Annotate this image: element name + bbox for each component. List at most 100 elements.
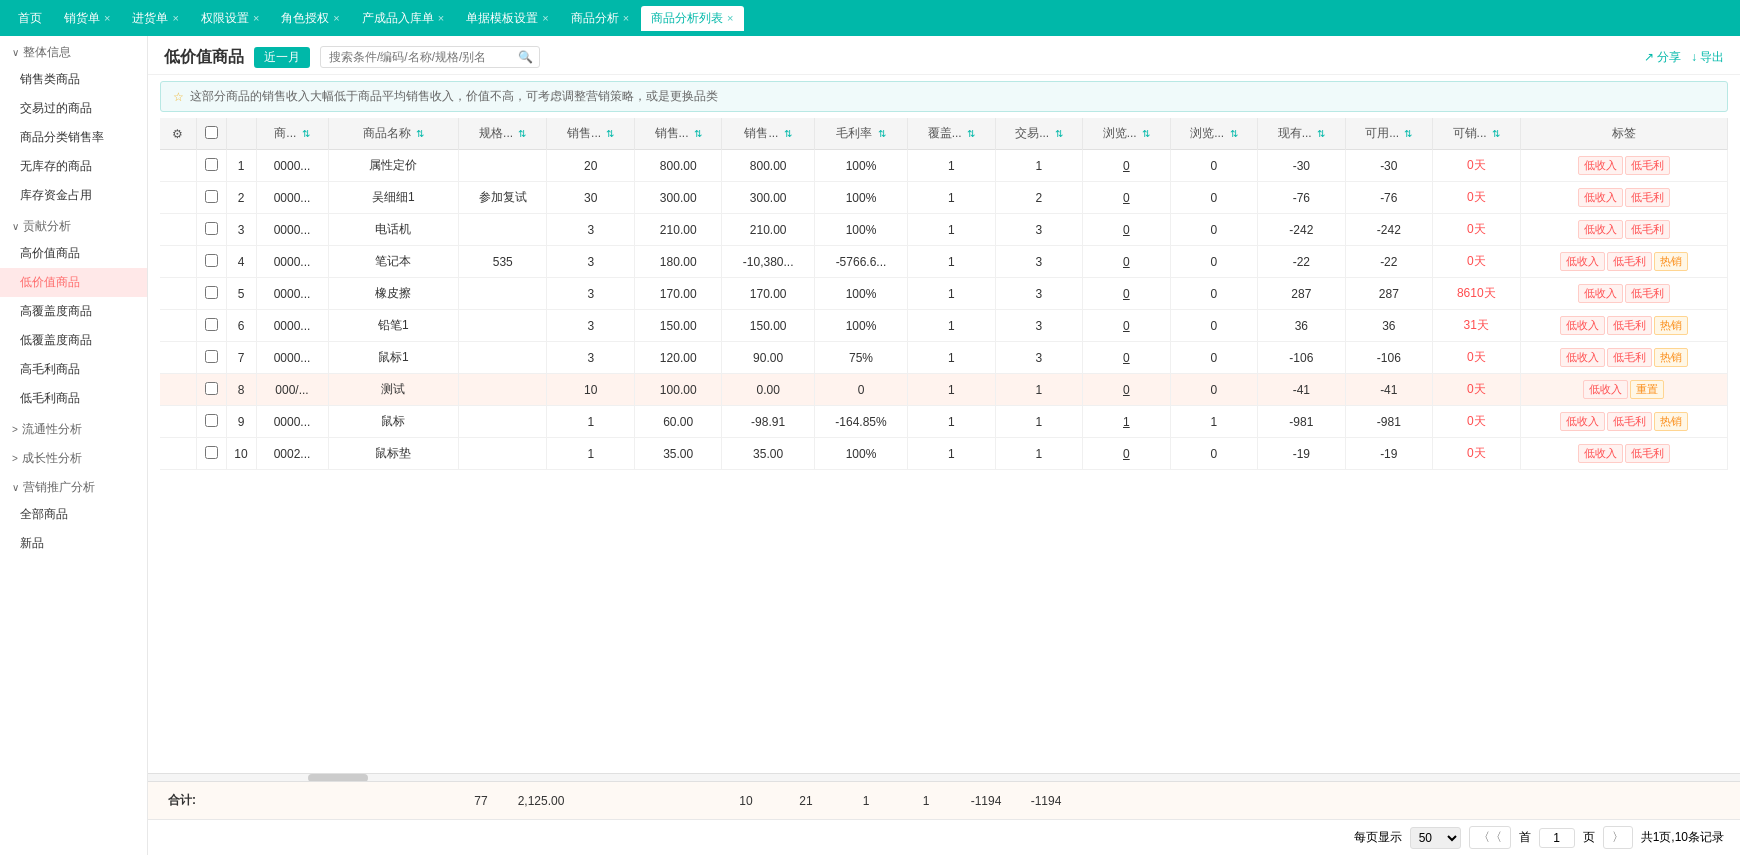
- view1-link[interactable]: 0: [1123, 287, 1130, 301]
- export-button[interactable]: ↓ 导出: [1691, 49, 1724, 66]
- sales-gross-col[interactable]: 销售... ⇅: [722, 118, 814, 150]
- sidebar-item-low-coverage[interactable]: 低覆盖度商品: [0, 326, 147, 355]
- view1-link[interactable]: 0: [1123, 159, 1130, 173]
- checkbox-cell[interactable]: [196, 214, 226, 246]
- tab-sales[interactable]: 销货单 ×: [54, 6, 120, 31]
- close-permission-icon[interactable]: ×: [253, 12, 259, 24]
- sidebar-item-low-profit[interactable]: 低毛利商品: [0, 384, 147, 413]
- search-icon[interactable]: 🔍: [518, 50, 533, 64]
- view1-link[interactable]: 0: [1123, 447, 1130, 461]
- page-number-input[interactable]: [1539, 828, 1575, 848]
- checkbox-cell[interactable]: [196, 150, 226, 182]
- view1-cell[interactable]: 0: [1083, 374, 1170, 406]
- close-role-icon[interactable]: ×: [333, 12, 339, 24]
- sidebar-group-general[interactable]: ∨ 整体信息: [0, 36, 147, 65]
- row-checkbox[interactable]: [205, 446, 218, 459]
- sidebar-item-occupy[interactable]: 库存资金占用: [0, 181, 147, 210]
- page-size-select[interactable]: 50 100 200: [1410, 827, 1461, 849]
- sidebar-item-low-value[interactable]: 低价值商品: [0, 268, 147, 297]
- close-product-in-icon[interactable]: ×: [438, 12, 444, 24]
- tab-template[interactable]: 单据模板设置 ×: [456, 6, 558, 31]
- row-checkbox[interactable]: [205, 414, 218, 427]
- view1-cell[interactable]: 1: [1083, 406, 1170, 438]
- checkbox-cell[interactable]: [196, 278, 226, 310]
- tab-analysis-list[interactable]: 商品分析列表 ×: [641, 6, 743, 31]
- row-checkbox[interactable]: [205, 254, 218, 267]
- tab-product-in[interactable]: 产成品入库单 ×: [352, 6, 454, 31]
- tab-role[interactable]: 角色授权 ×: [271, 6, 349, 31]
- sales-qty-col[interactable]: 销售... ⇅: [547, 118, 634, 150]
- row-checkbox[interactable]: [205, 382, 218, 395]
- row-checkbox[interactable]: [205, 318, 218, 331]
- checkbox-cell[interactable]: [196, 310, 226, 342]
- view1-cell[interactable]: 0: [1083, 342, 1170, 374]
- sidebar-group-marketing[interactable]: ∨ 营销推广分析: [0, 471, 147, 500]
- view1-cell[interactable]: 0: [1083, 214, 1170, 246]
- close-template-icon[interactable]: ×: [542, 12, 548, 24]
- tab-purchase[interactable]: 进货单 ×: [122, 6, 188, 31]
- sidebar-item-new-products[interactable]: 新品: [0, 529, 147, 558]
- next-page-button[interactable]: 〉: [1603, 826, 1633, 849]
- sidebar-item-traded[interactable]: 交易过的商品: [0, 94, 147, 123]
- settings-col[interactable]: ⚙: [160, 118, 196, 150]
- close-purchase-icon[interactable]: ×: [172, 12, 178, 24]
- row-checkbox[interactable]: [205, 158, 218, 171]
- sidebar-group-profit[interactable]: ∨ 贡献分析: [0, 210, 147, 239]
- current-col[interactable]: 现有... ⇅: [1258, 118, 1345, 150]
- coverage-col[interactable]: 覆盖... ⇅: [908, 118, 995, 150]
- view1-col[interactable]: 浏览... ⇅: [1083, 118, 1170, 150]
- first-page-button[interactable]: 〈〈: [1469, 826, 1511, 849]
- spec-col[interactable]: 规格... ⇅: [459, 118, 547, 150]
- view1-link[interactable]: 0: [1123, 319, 1130, 333]
- sidebar-item-high-value[interactable]: 高价值商品: [0, 239, 147, 268]
- checkbox-cell[interactable]: [196, 406, 226, 438]
- sidebar-item-high-coverage[interactable]: 高覆盖度商品: [0, 297, 147, 326]
- share-button[interactable]: ↗ 分享: [1644, 49, 1681, 66]
- close-analysis-list-icon[interactable]: ×: [727, 12, 733, 24]
- name-col[interactable]: 商品名称 ⇅: [328, 118, 458, 150]
- available-col[interactable]: 可用... ⇅: [1345, 118, 1432, 150]
- view1-cell[interactable]: 0: [1083, 438, 1170, 470]
- tab-analysis[interactable]: 商品分析 ×: [561, 6, 639, 31]
- checkbox-cell[interactable]: [196, 438, 226, 470]
- sidebar-group-growth[interactable]: > 成长性分析: [0, 442, 147, 471]
- table-wrapper[interactable]: ⚙ 商... ⇅ 商品名称 ⇅ 规格... ⇅ 销售... ⇅ 销售... ⇅ …: [148, 118, 1740, 773]
- checkbox-cell[interactable]: [196, 182, 226, 214]
- view1-cell[interactable]: 0: [1083, 150, 1170, 182]
- close-sales-icon[interactable]: ×: [104, 12, 110, 24]
- sidebar-group-flow[interactable]: > 流通性分析: [0, 413, 147, 442]
- checkbox-cell[interactable]: [196, 374, 226, 406]
- view1-cell[interactable]: 0: [1083, 182, 1170, 214]
- view1-cell[interactable]: 0: [1083, 278, 1170, 310]
- saleable-col[interactable]: 可销... ⇅: [1433, 118, 1520, 150]
- trade-col[interactable]: 交易... ⇅: [995, 118, 1082, 150]
- row-checkbox[interactable]: [205, 350, 218, 363]
- view1-cell[interactable]: 0: [1083, 310, 1170, 342]
- search-input[interactable]: [320, 46, 540, 68]
- code-col[interactable]: 商... ⇅: [256, 118, 328, 150]
- sales-amount-col[interactable]: 销售... ⇅: [634, 118, 721, 150]
- row-checkbox[interactable]: [205, 190, 218, 203]
- row-checkbox[interactable]: [205, 222, 218, 235]
- tab-permission[interactable]: 权限设置 ×: [191, 6, 269, 31]
- checkbox-cell[interactable]: [196, 246, 226, 278]
- sidebar-item-all-products[interactable]: 全部商品: [0, 500, 147, 529]
- view1-link[interactable]: 0: [1123, 255, 1130, 269]
- tab-home[interactable]: 首页: [8, 6, 52, 31]
- select-all-checkbox[interactable]: [205, 126, 218, 139]
- period-button[interactable]: 近一月: [254, 47, 310, 68]
- view1-link[interactable]: 1: [1123, 415, 1130, 429]
- row-checkbox[interactable]: [205, 286, 218, 299]
- view1-cell[interactable]: 0: [1083, 246, 1170, 278]
- close-analysis-icon[interactable]: ×: [623, 12, 629, 24]
- sidebar-item-no-inventory[interactable]: 无库存的商品: [0, 152, 147, 181]
- view1-link[interactable]: 0: [1123, 351, 1130, 365]
- view2-col[interactable]: 浏览... ⇅: [1170, 118, 1257, 150]
- scroll-bar[interactable]: [148, 773, 1740, 781]
- checkbox-cell[interactable]: [196, 342, 226, 374]
- sidebar-item-high-profit[interactable]: 高毛利商品: [0, 355, 147, 384]
- sidebar-item-category-sales[interactable]: 商品分类销售率: [0, 123, 147, 152]
- view1-link[interactable]: 0: [1123, 383, 1130, 397]
- sidebar-item-sales-category[interactable]: 销售类商品: [0, 65, 147, 94]
- view1-link[interactable]: 0: [1123, 191, 1130, 205]
